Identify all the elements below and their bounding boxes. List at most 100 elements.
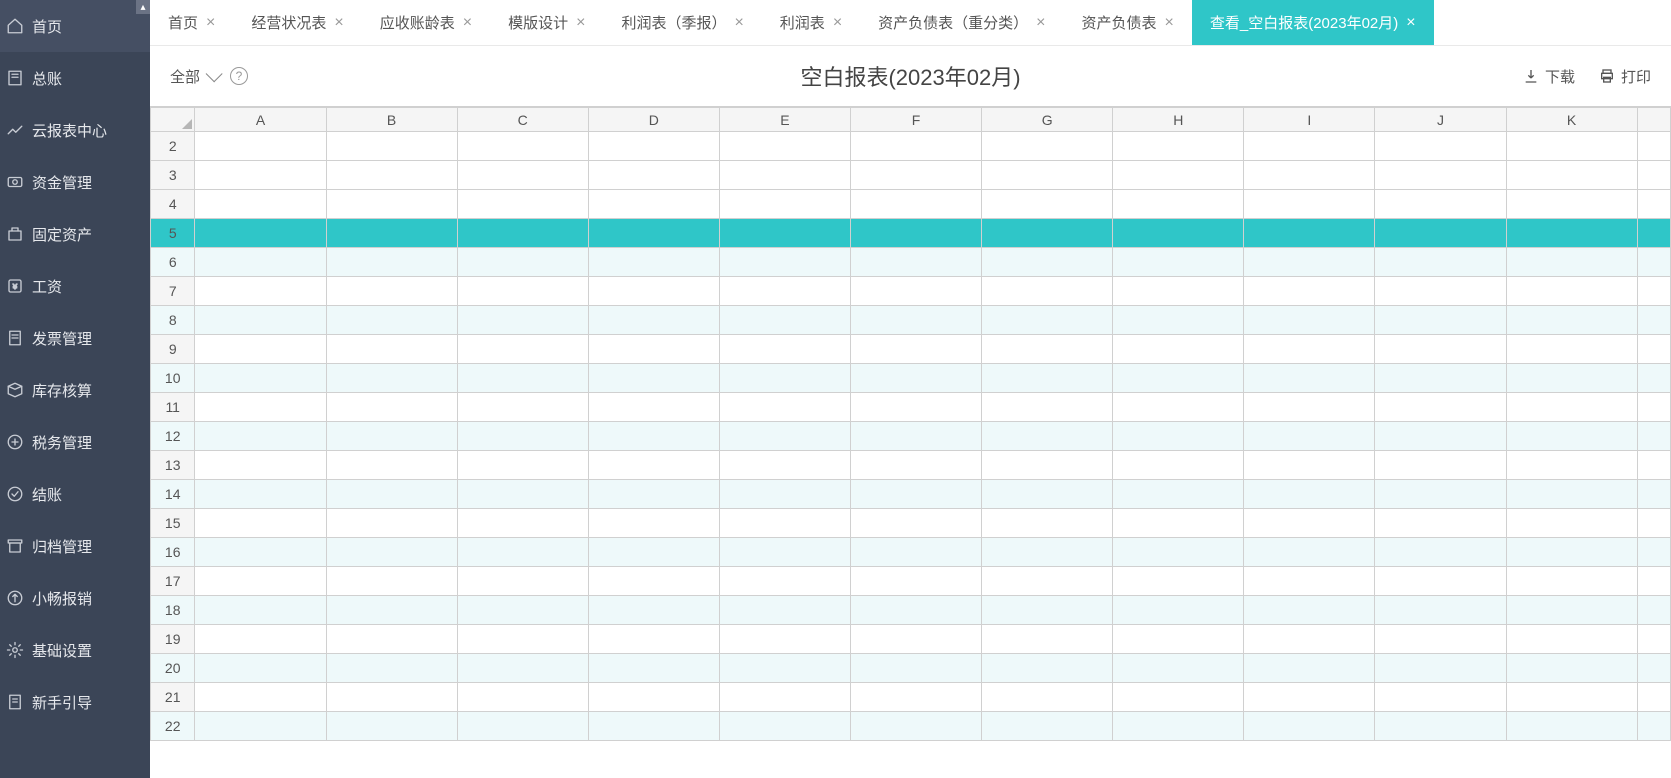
row-header-21[interactable]: 21 <box>151 683 195 712</box>
cell[interactable] <box>1375 509 1506 538</box>
cell[interactable] <box>1637 480 1670 509</box>
row-header-17[interactable]: 17 <box>151 567 195 596</box>
column-header-I[interactable]: I <box>1244 108 1375 132</box>
cell[interactable] <box>588 161 719 190</box>
cell[interactable] <box>719 277 850 306</box>
cell[interactable] <box>1506 277 1637 306</box>
cell[interactable] <box>1113 248 1244 277</box>
cell[interactable] <box>982 219 1113 248</box>
cell[interactable] <box>195 625 326 654</box>
row-header-10[interactable]: 10 <box>151 364 195 393</box>
cell[interactable] <box>588 538 719 567</box>
cell[interactable] <box>1113 509 1244 538</box>
cell[interactable] <box>1506 451 1637 480</box>
row-header-3[interactable]: 3 <box>151 161 195 190</box>
cell[interactable] <box>1113 306 1244 335</box>
cell[interactable] <box>1375 625 1506 654</box>
sidebar-item-ledger[interactable]: 总账 <box>0 52 150 104</box>
cell[interactable] <box>588 422 719 451</box>
cell[interactable] <box>982 335 1113 364</box>
row-header-19[interactable]: 19 <box>151 625 195 654</box>
cell[interactable] <box>1113 567 1244 596</box>
cell[interactable] <box>1637 422 1670 451</box>
cell[interactable] <box>326 480 457 509</box>
cell[interactable] <box>1113 683 1244 712</box>
row-header-4[interactable]: 4 <box>151 190 195 219</box>
row-header-5[interactable]: 5 <box>151 219 195 248</box>
cell[interactable] <box>195 538 326 567</box>
cell[interactable] <box>457 277 588 306</box>
cell[interactable] <box>1506 422 1637 451</box>
cell[interactable] <box>1375 161 1506 190</box>
cell[interactable] <box>457 422 588 451</box>
row-header-11[interactable]: 11 <box>151 393 195 422</box>
cell[interactable] <box>588 712 719 741</box>
column-header-extra[interactable] <box>1637 108 1670 132</box>
cell[interactable] <box>1506 219 1637 248</box>
cell[interactable] <box>982 480 1113 509</box>
cell[interactable] <box>195 161 326 190</box>
cell[interactable] <box>195 364 326 393</box>
cell[interactable] <box>719 335 850 364</box>
column-header-D[interactable]: D <box>588 108 719 132</box>
cell[interactable] <box>326 654 457 683</box>
cell[interactable] <box>982 625 1113 654</box>
cell[interactable] <box>457 132 588 161</box>
cell[interactable] <box>850 480 981 509</box>
cell[interactable] <box>1506 161 1637 190</box>
cell[interactable] <box>1506 364 1637 393</box>
cell[interactable] <box>326 422 457 451</box>
cell[interactable] <box>588 132 719 161</box>
cell[interactable] <box>195 683 326 712</box>
close-icon[interactable]: × <box>576 14 585 32</box>
cell[interactable] <box>1375 422 1506 451</box>
cell[interactable] <box>1506 132 1637 161</box>
cell[interactable] <box>719 451 850 480</box>
cell[interactable] <box>1244 712 1375 741</box>
cell[interactable] <box>588 335 719 364</box>
cell[interactable] <box>1113 132 1244 161</box>
cell[interactable] <box>1113 219 1244 248</box>
column-header-K[interactable]: K <box>1506 108 1637 132</box>
cell[interactable] <box>1375 277 1506 306</box>
cell[interactable] <box>982 393 1113 422</box>
cell[interactable] <box>1375 132 1506 161</box>
cell[interactable] <box>1375 596 1506 625</box>
row-header-20[interactable]: 20 <box>151 654 195 683</box>
sidebar-item-tax[interactable]: 税务管理 <box>0 416 150 468</box>
cell[interactable] <box>719 625 850 654</box>
cell[interactable] <box>1113 451 1244 480</box>
cell[interactable] <box>1506 712 1637 741</box>
cell[interactable] <box>457 538 588 567</box>
row-header-15[interactable]: 15 <box>151 509 195 538</box>
cell[interactable] <box>326 567 457 596</box>
row-header-9[interactable]: 9 <box>151 335 195 364</box>
cell[interactable] <box>1375 654 1506 683</box>
tab-3[interactable]: 模版设计× <box>490 0 603 45</box>
cell[interactable] <box>1637 335 1670 364</box>
cell[interactable] <box>1506 683 1637 712</box>
cell[interactable] <box>1113 596 1244 625</box>
cell[interactable] <box>457 480 588 509</box>
cell[interactable] <box>1637 625 1670 654</box>
cell[interactable] <box>1375 683 1506 712</box>
cell[interactable] <box>719 596 850 625</box>
cell[interactable] <box>1637 654 1670 683</box>
cell[interactable] <box>195 335 326 364</box>
tab-7[interactable]: 资产负债表× <box>1064 0 1192 45</box>
column-header-J[interactable]: J <box>1375 108 1506 132</box>
cell[interactable] <box>719 364 850 393</box>
cell[interactable] <box>457 248 588 277</box>
cell[interactable] <box>1375 480 1506 509</box>
cell[interactable] <box>719 509 850 538</box>
cell[interactable] <box>1244 132 1375 161</box>
cell[interactable] <box>850 190 981 219</box>
cell[interactable] <box>588 277 719 306</box>
cell[interactable] <box>588 654 719 683</box>
cell[interactable] <box>1375 712 1506 741</box>
sidebar-item-chart[interactable]: 云报表中心 <box>0 104 150 156</box>
cell[interactable] <box>195 422 326 451</box>
cell[interactable] <box>326 596 457 625</box>
cell[interactable] <box>588 364 719 393</box>
cell[interactable] <box>195 132 326 161</box>
